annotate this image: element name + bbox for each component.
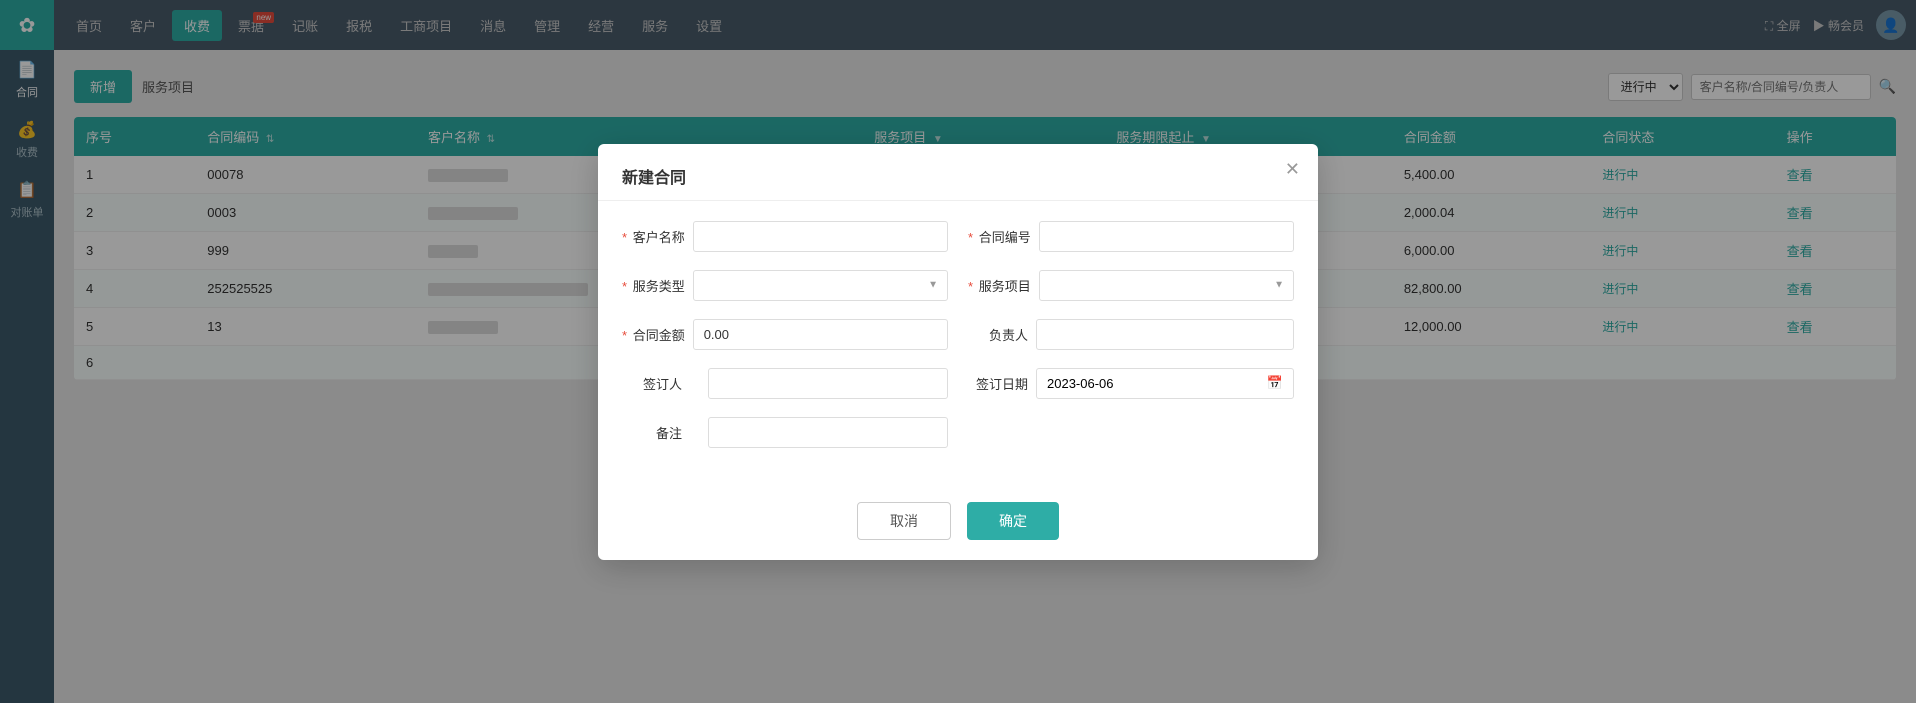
sign-date-label: 签订日期 [968, 374, 1028, 393]
form-group-amount: * 合同金额 [622, 319, 948, 350]
modal-close-button[interactable]: ✕ [1285, 160, 1300, 178]
calendar-icon[interactable]: 📅 [1267, 375, 1283, 391]
remark-input[interactable] [708, 417, 948, 448]
sign-date-input[interactable] [1047, 369, 1261, 398]
service-type-label: * 服务类型 [622, 276, 685, 295]
required-star: * [622, 230, 627, 245]
cancel-button[interactable]: 取消 [857, 502, 951, 540]
form-row-5: 备注 [622, 417, 1294, 448]
form-row-4: 签订人 签订日期 📅 [622, 368, 1294, 399]
form-group-service-type: * 服务类型 ▼ [622, 270, 948, 301]
amount-input[interactable] [693, 319, 948, 350]
service-item-select[interactable] [1039, 270, 1294, 301]
person-in-charge-input[interactable] [1036, 319, 1294, 350]
service-item-label: * 服务项目 [968, 276, 1031, 295]
form-group-empty [968, 417, 1294, 448]
service-type-select[interactable] [693, 270, 948, 301]
confirm-button[interactable]: 确定 [967, 502, 1059, 540]
form-group-remark: 备注 [622, 417, 948, 448]
sign-date-input-wrap: 📅 [1036, 368, 1294, 399]
modal-new-contract: 新建合同 ✕ * 客户名称 [598, 144, 1318, 560]
form-row-2: * 服务类型 ▼ * [622, 270, 1294, 301]
remark-label: 备注 [622, 423, 682, 442]
form-group-customer-name: * 客户名称 [622, 221, 948, 252]
required-star-3: * [622, 279, 627, 294]
signatory-label: 签订人 [622, 374, 682, 393]
customer-name-label: * 客户名称 [622, 227, 685, 246]
contract-no-label: * 合同编号 [968, 227, 1031, 246]
modal-overlay: 新建合同 ✕ * 客户名称 [54, 50, 1916, 703]
modal-footer: 取消 确定 [598, 486, 1318, 560]
form-group-person-in-charge: 负责人 [968, 319, 1294, 350]
form-row-3: * 合同金额 负责人 [622, 319, 1294, 350]
required-star-4: * [968, 279, 973, 294]
form-group-service-item: * 服务项目 ▼ [968, 270, 1294, 301]
customer-name-input[interactable] [693, 221, 948, 252]
modal-body: * 客户名称 * 合同编号 [598, 201, 1318, 486]
amount-label: * 合同金额 [622, 325, 685, 344]
person-in-charge-label: 负责人 [968, 325, 1028, 344]
contract-no-input[interactable] [1039, 221, 1294, 252]
signatory-input[interactable] [708, 368, 948, 399]
required-star-2: * [968, 230, 973, 245]
content-area: 新增 服务项目 进行中 已完成 已终止 全部 🔍 序号 合同编码 ⇅ [54, 50, 1916, 703]
modal-title: 新建合同 [598, 144, 1318, 201]
form-group-sign-date: 签订日期 📅 [968, 368, 1294, 399]
service-type-select-wrap: ▼ [693, 270, 948, 301]
required-star-5: * [622, 328, 627, 343]
form-group-signatory: 签订人 [622, 368, 948, 399]
service-item-select-wrap: ▼ [1039, 270, 1294, 301]
main-area: 首页 客户 收费 票据 new 记账 报税 工商项目 消息 管理 经营 服务 设… [54, 0, 1916, 703]
form-group-contract-no: * 合同编号 [968, 221, 1294, 252]
form-row-1: * 客户名称 * 合同编号 [622, 221, 1294, 252]
